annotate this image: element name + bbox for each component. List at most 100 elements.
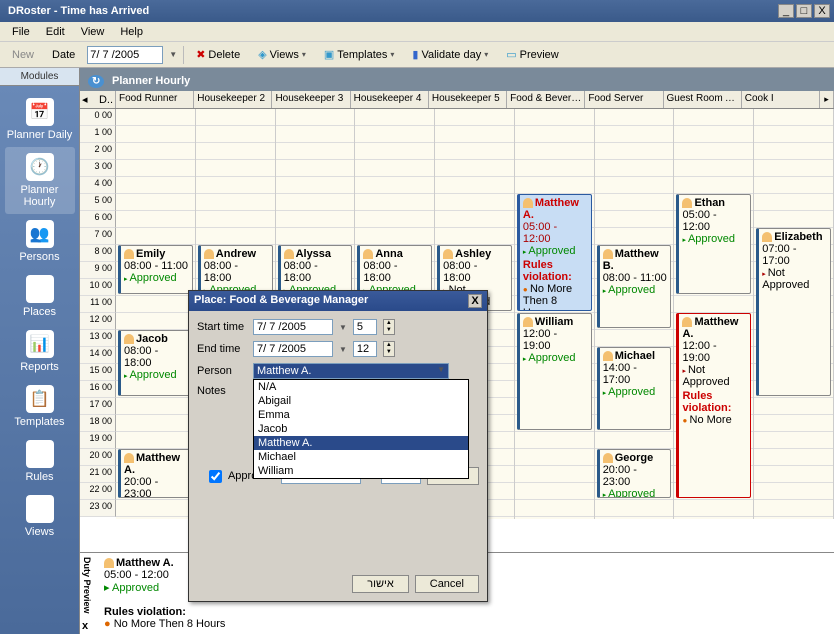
- date-input[interactable]: [87, 46, 163, 64]
- person-option[interactable]: Jacob: [254, 422, 468, 436]
- end-date-dropdown-icon[interactable]: ▼: [339, 345, 347, 354]
- appointment[interactable]: Matthew A.05:00 - 12:00ApprovedRules vio…: [517, 194, 592, 311]
- ok-button[interactable]: אישור: [352, 575, 409, 593]
- person-option[interactable]: Michael: [254, 450, 468, 464]
- delete-button[interactable]: ✖Delete: [190, 46, 246, 63]
- appointment[interactable]: Matthew A.20:00 - 23:00Approved: [118, 449, 193, 498]
- column-header[interactable]: Cook I: [742, 91, 820, 108]
- end-hour-input[interactable]: [353, 341, 377, 357]
- time-row-label: 17 00: [80, 398, 116, 415]
- refresh-icon[interactable]: ↻: [88, 75, 104, 88]
- person-icon: [523, 317, 533, 327]
- sidebar-item-views[interactable]: ★Views: [5, 489, 75, 544]
- time-row-label: 15 00: [80, 364, 116, 381]
- time-row-label: 5 00: [80, 194, 116, 211]
- appointment[interactable]: Andrew08:00 - 18:00Approved: [198, 245, 273, 294]
- person-icon: [523, 198, 533, 208]
- schedule-column[interactable]: Ethan05:00 - 12:00Approved Matthew A.12:0…: [674, 109, 754, 519]
- dialog-close-button[interactable]: X: [468, 294, 482, 308]
- column-header[interactable]: Housekeeper 3: [272, 91, 350, 108]
- schedule-column[interactable]: Elizabeth07:00 - 17:00Not Approved: [754, 109, 834, 519]
- new-button[interactable]: New: [6, 47, 40, 63]
- column-header[interactable]: Housekeeper 5: [429, 91, 507, 108]
- schedule-column[interactable]: Emily08:00 - 11:00Approved Jacob08:00 - 1…: [116, 109, 196, 519]
- preview-button[interactable]: ▭Preview: [500, 46, 565, 63]
- duty-close-button[interactable]: x: [82, 620, 88, 632]
- appointment[interactable]: Jacob08:00 - 18:00Approved: [118, 330, 193, 396]
- column-header[interactable]: Food Server: [585, 91, 663, 108]
- duty-rules-violation-text: ● No More Then 8 Hours: [104, 618, 828, 630]
- sidebar-item-places[interactable]: 🏛Places: [5, 269, 75, 324]
- appointment[interactable]: Michael14:00 - 17:00Approved: [597, 347, 672, 430]
- appointment[interactable]: Matthew A.12:00 - 19:00Not ApprovedRules…: [676, 313, 751, 498]
- dialog-title: Place: Food & Beverage Manager: [194, 294, 368, 308]
- end-hour-spinner[interactable]: ▲▼: [383, 341, 395, 357]
- sidebar-item-rules[interactable]: ⚖Rules: [5, 434, 75, 489]
- menu-file[interactable]: File: [4, 24, 38, 40]
- sidebar-item-planner-daily[interactable]: 📅Planner Daily: [5, 92, 75, 147]
- appointment[interactable]: Alyssa08:00 - 18:00Approved: [278, 245, 353, 294]
- sidebar-item-templates[interactable]: 📋Templates: [5, 379, 75, 434]
- maximize-button[interactable]: □: [796, 4, 812, 18]
- schedule-column[interactable]: Matthew A.05:00 - 12:00ApprovedRules vio…: [515, 109, 595, 519]
- templates-button[interactable]: ▣Templates▾: [318, 46, 401, 63]
- appointment[interactable]: Anna08:00 - 18:00Approved: [357, 245, 432, 294]
- planner-title: Planner Hourly: [112, 75, 190, 87]
- column-header[interactable]: Housekeeper 2: [194, 91, 272, 108]
- time-row-label: 20 00: [80, 449, 116, 466]
- start-hour-input[interactable]: [353, 319, 377, 335]
- scroll-right-button[interactable]: ▸: [820, 91, 834, 108]
- person-dropdown-list[interactable]: N/AAbigailEmmaJacobMatthew A.MichaelWill…: [253, 379, 469, 479]
- appointment[interactable]: George20:00 - 23:00Approved: [597, 449, 672, 498]
- column-header[interactable]: Guest Room Atte…: [664, 91, 742, 108]
- minimize-button[interactable]: _: [778, 4, 794, 18]
- person-option[interactable]: Abigail: [254, 394, 468, 408]
- module-icon: 🕐: [26, 153, 54, 181]
- time-column-header[interactable]: ◂D..: [80, 91, 116, 108]
- appointment[interactable]: William12:00 - 19:00Approved: [517, 313, 592, 430]
- menu-view[interactable]: View: [73, 24, 113, 40]
- appointment[interactable]: Elizabeth07:00 - 17:00Not Approved: [756, 228, 831, 396]
- sidebar-item-persons[interactable]: 👥Persons: [5, 214, 75, 269]
- time-row-label: 18 00: [80, 415, 116, 432]
- modules-sidebar: Modules 📅Planner Daily🕐Planner Hourly👥Pe…: [0, 68, 80, 634]
- person-icon: [603, 249, 613, 259]
- column-header[interactable]: Food & Beverage…: [507, 91, 585, 108]
- menu-edit[interactable]: Edit: [38, 24, 73, 40]
- time-row-label: 0 00: [80, 109, 116, 126]
- column-header[interactable]: Food Runner: [116, 91, 194, 108]
- column-header[interactable]: Housekeeper 4: [351, 91, 429, 108]
- person-combo[interactable]: Matthew A.▼ N/AAbigailEmmaJacobMatthew A…: [253, 363, 449, 379]
- sidebar-item-planner-hourly[interactable]: 🕐Planner Hourly: [5, 147, 75, 214]
- notes-label: Notes: [197, 385, 247, 397]
- appointment[interactable]: Emily08:00 - 11:00Approved: [118, 245, 193, 294]
- appointment[interactable]: Matthew B.08:00 - 11:00Approved: [597, 245, 672, 328]
- person-option[interactable]: Matthew A.: [254, 436, 468, 450]
- person-option[interactable]: Emma: [254, 408, 468, 422]
- time-row-label: 23 00: [80, 500, 116, 517]
- start-date-dropdown-icon[interactable]: ▼: [339, 323, 347, 332]
- schedule-column[interactable]: Matthew B.08:00 - 11:00Approved Michael14…: [595, 109, 675, 519]
- date-dropdown-icon[interactable]: ▼: [169, 50, 177, 59]
- person-option[interactable]: N/A: [254, 380, 468, 394]
- time-row-label: 3 00: [80, 160, 116, 177]
- end-date-input[interactable]: [253, 341, 333, 357]
- time-row-label: 11 00: [80, 296, 116, 313]
- cancel-button[interactable]: Cancel: [415, 575, 479, 593]
- approved-checkbox[interactable]: [209, 470, 222, 483]
- appointment[interactable]: Ethan05:00 - 12:00Approved: [676, 194, 751, 294]
- person-icon: [104, 558, 114, 568]
- validate-day-button[interactable]: ▮Validate day▾: [406, 46, 494, 63]
- time-row-label: 9 00: [80, 262, 116, 279]
- time-row-label: 12 00: [80, 313, 116, 330]
- sidebar-item-reports[interactable]: 📊Reports: [5, 324, 75, 379]
- start-hour-spinner[interactable]: ▲▼: [383, 319, 395, 335]
- toolbar: New Date ▼ ✖Delete ◈Views▾ ▣Templates▾ ▮…: [0, 42, 834, 68]
- start-date-input[interactable]: [253, 319, 333, 335]
- close-button[interactable]: X: [814, 4, 830, 18]
- views-button[interactable]: ◈Views▾: [252, 46, 312, 63]
- menu-help[interactable]: Help: [112, 24, 151, 40]
- menu-bar: File Edit View Help: [0, 22, 834, 42]
- person-icon: [443, 249, 453, 259]
- person-option[interactable]: William: [254, 464, 468, 478]
